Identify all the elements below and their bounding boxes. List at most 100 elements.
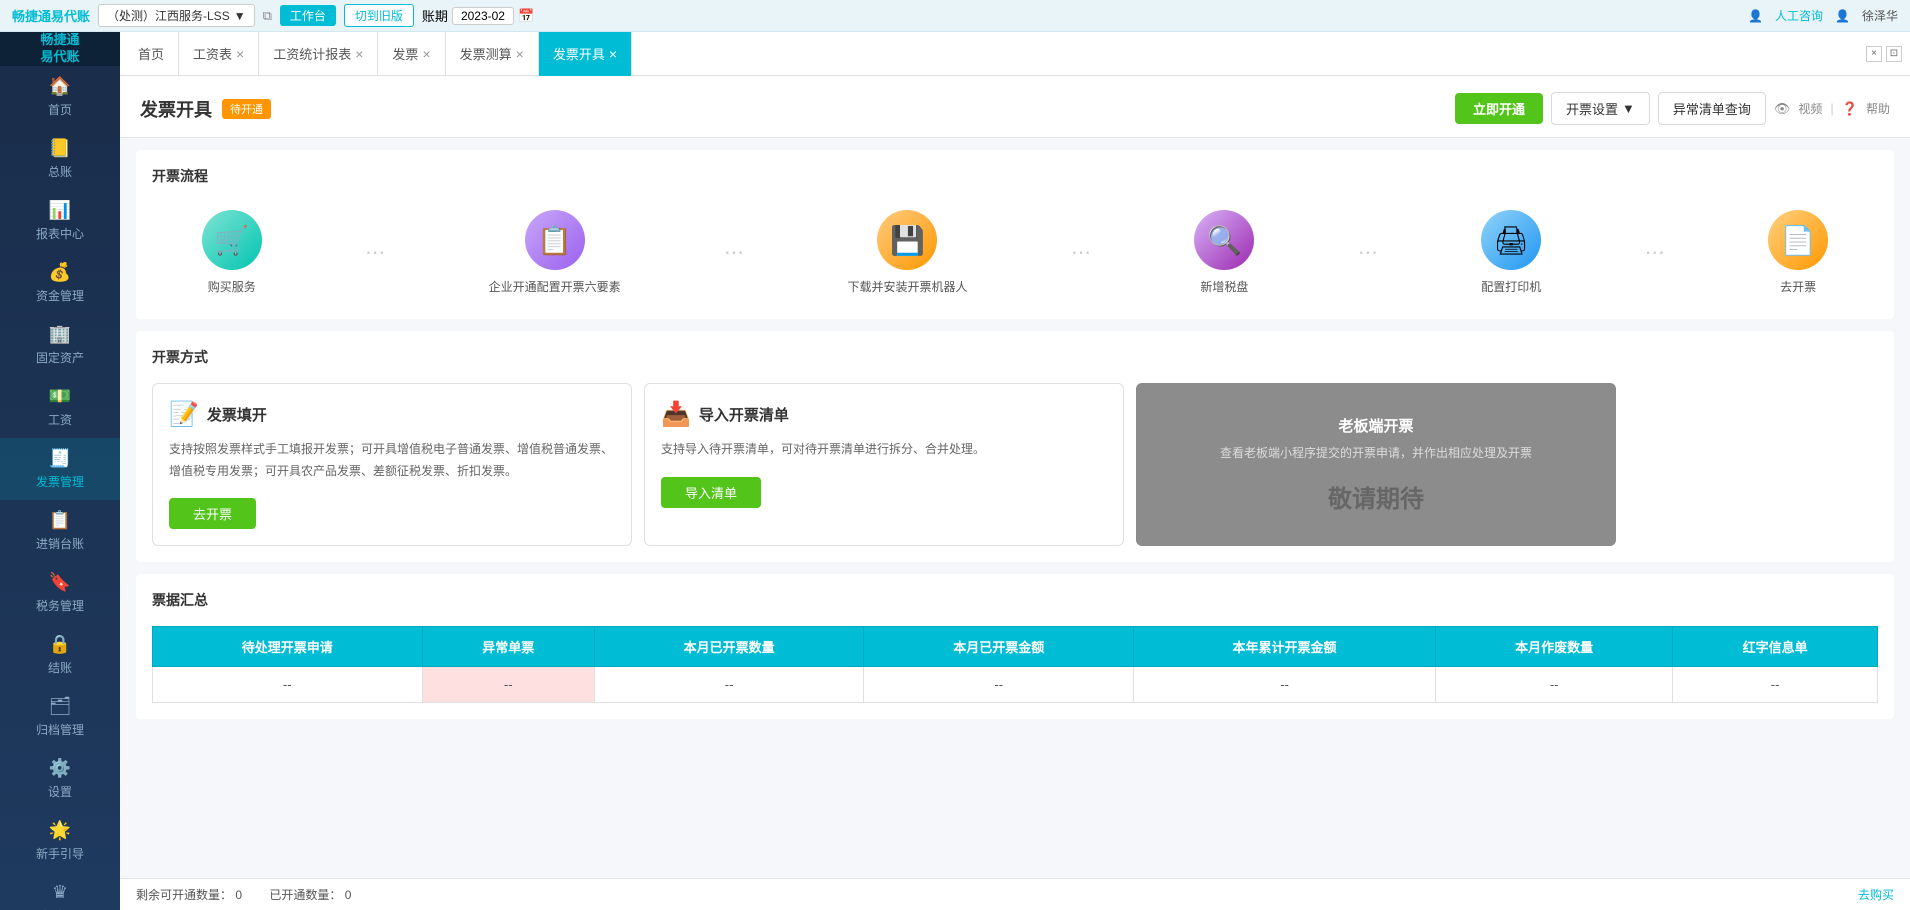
cell-year-amount: --	[1134, 667, 1436, 703]
sidebar-item-invoice-label: 发票管理	[36, 473, 84, 490]
sidebar-item-inout-label: 进销台账	[36, 535, 84, 552]
flow-step-6: 📄 去开票	[1768, 210, 1828, 295]
import-list-button[interactable]: 导入清单	[661, 477, 761, 508]
period-value: 2023-02	[452, 7, 514, 25]
flow-arrow-2: ⋯	[724, 240, 744, 265]
flow-step-5: 🖨 配置打印机	[1481, 210, 1541, 295]
cell-abnormal: --	[422, 667, 594, 703]
sidebar-item-settings[interactable]: ⚙️ 设置	[0, 748, 120, 810]
tab-invoice-close[interactable]: ×	[422, 46, 430, 62]
billing-card-boss: 老板端开票 查看老板端小程序提交的开票申请，并作出相应处理及开票 敬请期待	[1136, 383, 1616, 546]
billing-card-manual-title-text: 发票填开	[207, 404, 267, 425]
period-label: 账期	[422, 6, 448, 25]
abnormal-query-button[interactable]: 异常清单查询	[1658, 92, 1766, 125]
summary-table-row: -- -- -- -- -- -- --	[153, 667, 1878, 703]
billing-card-import-title: 📥 导入开票清单	[661, 400, 1107, 429]
tab-salary-stats-close[interactable]: ×	[355, 46, 363, 62]
summary-title: 票据汇总	[152, 590, 1878, 610]
flow-step-2-label: 企业开通配置开票六要素	[489, 278, 621, 295]
flow-step-6-label: 去开票	[1780, 278, 1816, 295]
page-content: 发票开具 待开通 立即开通 开票设置 ▼ 异常清单查询 👁 视频 | ❓ 帮助	[120, 76, 1910, 878]
tab-invoice-issue[interactable]: 发票开具 ×	[539, 32, 632, 76]
remaining-value: 0	[235, 888, 242, 902]
sidebar-item-assets[interactable]: 🏢 固定资产	[0, 314, 120, 376]
flow-arrow-1: ⋯	[365, 240, 385, 265]
open-settings-button[interactable]: 开票设置 ▼	[1551, 92, 1650, 125]
open-settings-label: 开票设置	[1566, 99, 1618, 118]
billing-card-manual-desc: 支持按照发票样式手工填报开发票；可开具增值税电子普通发票、增值税普通发票、增值税…	[169, 439, 615, 482]
sidebar: 畅捷通易代账 🏠 首页 📒 总账 📊 报表中心 💰 资金管理 🏢 固定资产 💵 …	[0, 32, 120, 910]
brand-logo: 畅捷通易代账	[12, 6, 90, 25]
sidebar-item-salary[interactable]: 💵 工资	[0, 376, 120, 438]
salary-icon: 💵	[49, 386, 71, 407]
col-month-amount: 本月已开票金额	[864, 627, 1134, 667]
buy-link[interactable]: 去购买	[1858, 888, 1894, 902]
sidebar-item-home[interactable]: 🏠 首页	[0, 66, 120, 128]
old-version-button[interactable]: 切到旧版	[344, 4, 414, 27]
tab-salary-sheet[interactable]: 工资表 ×	[179, 32, 259, 76]
tab-invoice-calc-close[interactable]: ×	[516, 46, 524, 62]
summary-table: 待处理开票申请 异常单票 本月已开票数量 本月已开票金额 本年累计开票金额 本月…	[152, 626, 1878, 703]
workspace-button[interactable]: 工作台	[280, 5, 336, 26]
top-bar-left: 畅捷通易代账 （处测）江西服务-LSS ▼ ⧉ 工作台 切到旧版 账期 2023…	[12, 4, 534, 27]
sidebar-item-settings-label: 设置	[48, 783, 72, 800]
remaining-label: 剩余可开通数量：	[136, 888, 232, 902]
flow-step-4-icon: 🔍	[1194, 210, 1254, 270]
sidebar-logo-text: 畅捷通易代账	[40, 32, 79, 66]
period-selector[interactable]: 账期 2023-02 📅	[422, 6, 534, 25]
company-selector[interactable]: （处测）江西服务-LSS ▼	[98, 4, 255, 27]
col-year-amount: 本年累计开票金额	[1134, 627, 1436, 667]
sidebar-item-funds[interactable]: 💰 资金管理	[0, 252, 120, 314]
help-label[interactable]: 帮助	[1866, 100, 1890, 117]
tab-salary-stats-label: 工资统计报表	[273, 44, 351, 63]
sidebar-item-tax[interactable]: 🔖 税务管理	[0, 562, 120, 624]
assets-icon: 🏢	[49, 324, 71, 345]
main-layout: 畅捷通易代账 🏠 首页 📒 总账 📊 报表中心 💰 资金管理 🏢 固定资产 💵 …	[0, 32, 1910, 910]
sidebar-item-member[interactable]: ♛ 畅会员	[0, 872, 120, 910]
go-issue-button[interactable]: 去开票	[169, 498, 256, 529]
tab-home-label: 首页	[138, 44, 164, 63]
bottom-bar-right: 去购买	[1858, 886, 1894, 903]
sidebar-item-archive[interactable]: 🗂 归档管理	[0, 686, 120, 748]
sidebar-item-newguide[interactable]: 🌟 新手引导	[0, 810, 120, 872]
tab-invoice-calc[interactable]: 发票测算 ×	[446, 32, 539, 76]
sidebar-item-archive-label: 归档管理	[36, 721, 84, 738]
flow-arrow-5: ⋯	[1645, 240, 1665, 265]
top-bar: 畅捷通易代账 （处测）江西服务-LSS ▼ ⧉ 工作台 切到旧版 账期 2023…	[0, 0, 1910, 32]
import-invoice-icon: 📥	[661, 400, 691, 429]
funds-icon: 💰	[49, 262, 71, 283]
company-dropdown-icon[interactable]: ▼	[234, 9, 246, 23]
tab-invoice-issue-close[interactable]: ×	[609, 46, 617, 62]
billing-methods-title: 开票方式	[152, 347, 1878, 367]
billing-card-manual: 📝 发票填开 支持按照发票样式手工填报开发票；可开具增值税电子普通发票、增值税普…	[152, 383, 632, 546]
settings-dropdown-icon: ▼	[1622, 101, 1635, 116]
billing-card-import-desc: 支持导入待开票清单，可对待开票清单进行拆分、合并处理。	[661, 439, 1107, 461]
tab-home[interactable]: 首页	[124, 32, 179, 76]
coming-soon-text: 敬请期待	[1328, 479, 1424, 514]
tab-salary-stats[interactable]: 工资统计报表 ×	[259, 32, 378, 76]
sidebar-item-invoice[interactable]: 🧾 发票管理	[0, 438, 120, 500]
sidebar-item-reports[interactable]: 📊 报表中心	[0, 190, 120, 252]
sidebar-item-reports-label: 报表中心	[36, 225, 84, 242]
sidebar-item-closing[interactable]: 🔒 结账	[0, 624, 120, 686]
top-bar-right: 👤 人工咨询 👤 徐泽华	[1748, 7, 1898, 24]
tab-salary-sheet-close[interactable]: ×	[236, 46, 244, 62]
sidebar-item-inout[interactable]: 📋 进销台账	[0, 500, 120, 562]
flow-section-title: 开票流程	[152, 166, 1878, 186]
win-restore-btn[interactable]: ⊡	[1886, 46, 1902, 62]
page-title-row: 发票开具 待开通	[140, 96, 271, 122]
win-close-btn[interactable]: ×	[1866, 46, 1882, 62]
flow-step-1-label: 购买服务	[208, 278, 256, 295]
service-label[interactable]: 人工咨询	[1775, 7, 1823, 24]
user-name[interactable]: 徐泽华	[1862, 7, 1898, 24]
copy-icon[interactable]: ⧉	[263, 8, 272, 24]
sidebar-item-salary-label: 工资	[48, 411, 72, 428]
tab-invoice[interactable]: 发票 ×	[378, 32, 445, 76]
cell-month-amount: --	[864, 667, 1134, 703]
view-label[interactable]: 视频	[1798, 100, 1822, 117]
flow-step-6-icon: 📄	[1768, 210, 1828, 270]
open-now-button[interactable]: 立即开通	[1455, 93, 1543, 124]
sidebar-item-ledger[interactable]: 📒 总账	[0, 128, 120, 190]
page-actions: 立即开通 开票设置 ▼ 异常清单查询 👁 视频 | ❓ 帮助	[1455, 92, 1890, 125]
period-calendar-icon[interactable]: 📅	[518, 8, 534, 24]
